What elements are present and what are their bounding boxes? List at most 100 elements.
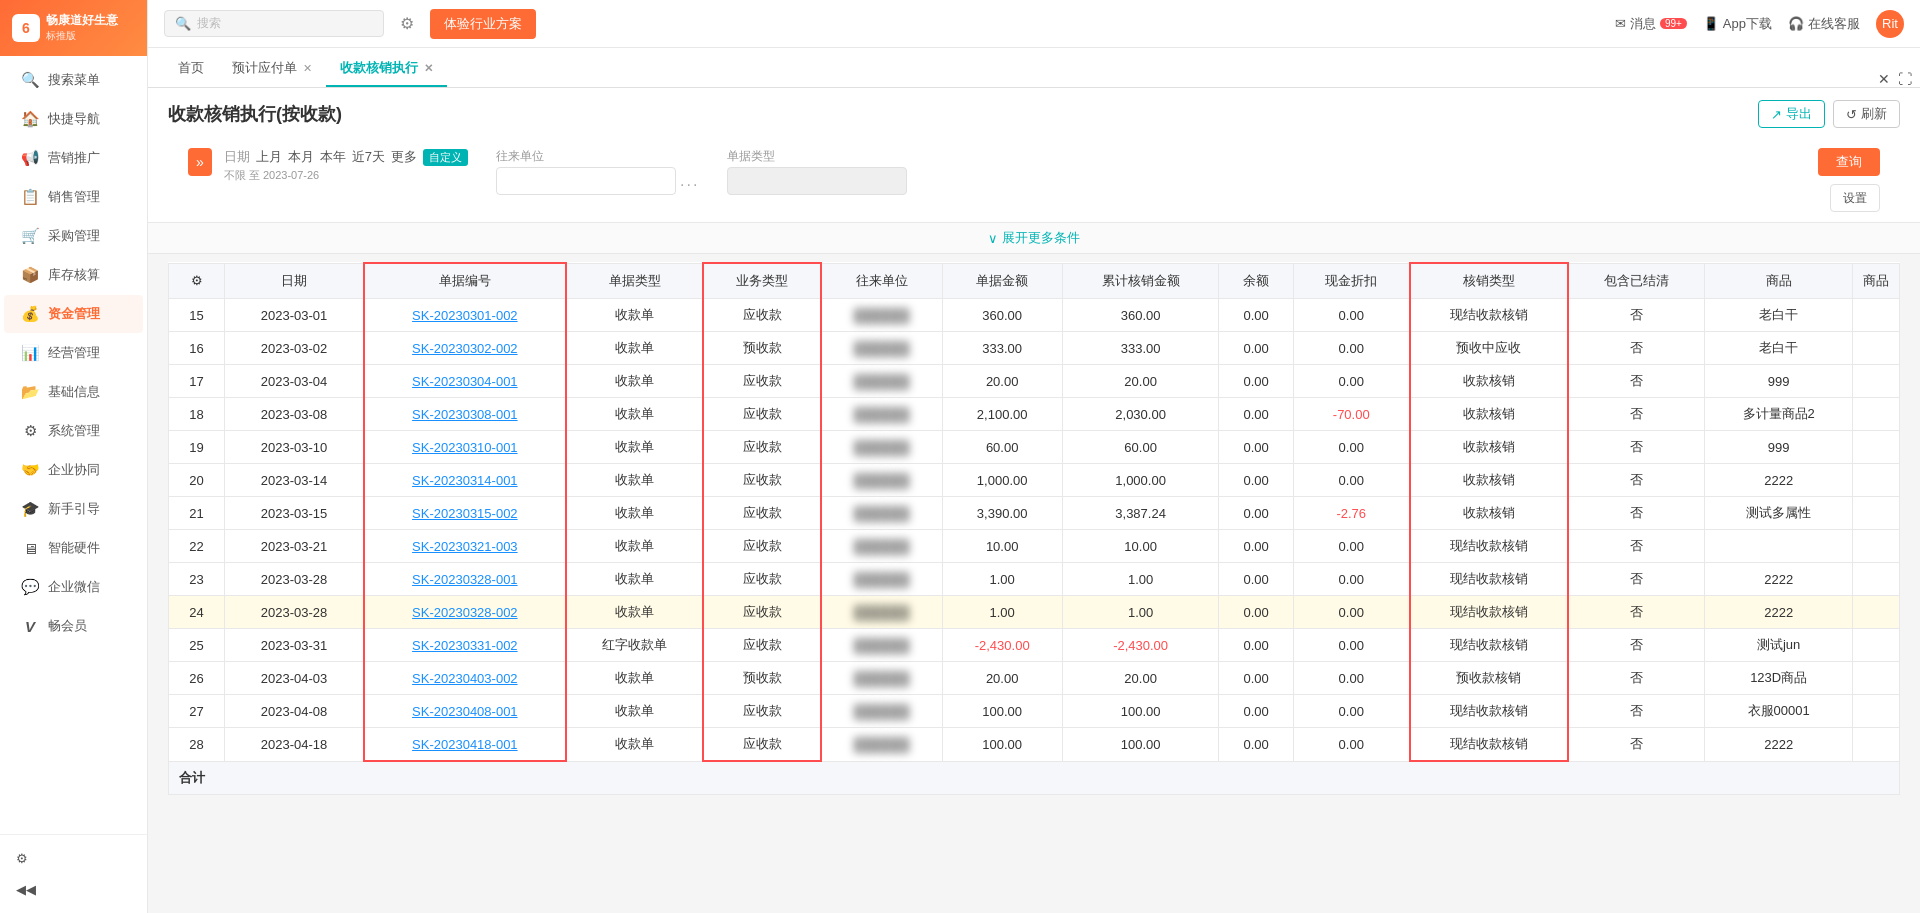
cell-seq: 18	[169, 398, 225, 431]
sidebar-item-hardware[interactable]: 🖥 智能硬件	[4, 529, 143, 567]
cell-amount: 3,390.00	[942, 497, 1062, 530]
close-window-icon[interactable]: ✕	[1878, 71, 1890, 87]
purchase-icon: 🛒	[20, 227, 40, 245]
date-more[interactable]: 更多	[391, 148, 417, 166]
cell-cash-discount: 0.00	[1293, 332, 1409, 365]
query-button[interactable]: 查询	[1818, 148, 1880, 176]
avatar-text: Rit	[1882, 16, 1898, 31]
sidebar-item-system[interactable]: ⚙ 系统管理	[4, 412, 143, 450]
app-download-action[interactable]: 📱 App下载	[1703, 15, 1772, 33]
doc-no-link[interactable]: SK-20230302-002	[412, 341, 518, 356]
refresh-button[interactable]: ↺ 刷新	[1833, 100, 1900, 128]
cell-seq: 16	[169, 332, 225, 365]
doc-no-link[interactable]: SK-20230403-002	[412, 671, 518, 686]
cell-seq: 23	[169, 563, 225, 596]
cell-cumulative: 10.00	[1062, 530, 1219, 563]
date-custom-button[interactable]: 自定义	[423, 149, 468, 166]
tab-home[interactable]: 首页	[164, 51, 218, 87]
cell-biz-type: 应收款	[703, 398, 820, 431]
sidebar-item-search[interactable]: 🔍 搜索菜单	[4, 61, 143, 99]
sidebar-item-guide[interactable]: 🎓 新手引导	[4, 490, 143, 528]
cell-counterpart: ██████	[821, 464, 943, 497]
cell-seq: 26	[169, 662, 225, 695]
service-action[interactable]: 🎧 在线客服	[1788, 15, 1860, 33]
search-icon: 🔍	[175, 16, 191, 31]
sidebar-settings[interactable]: ⚙	[0, 843, 147, 874]
doc-no-link[interactable]: SK-20230314-001	[412, 473, 518, 488]
cell-doc-no: SK-20230314-001	[364, 464, 566, 497]
doc-no-link[interactable]: SK-20230408-001	[412, 704, 518, 719]
cell-doc-no: SK-20230418-001	[364, 728, 566, 762]
date-7days[interactable]: 近7天	[352, 148, 385, 166]
filter-toggle-button[interactable]: »	[188, 148, 212, 176]
cell-cumulative: 100.00	[1062, 695, 1219, 728]
cell-biz-type: 应收款	[703, 464, 820, 497]
doc-no-link[interactable]: SK-20230331-002	[412, 638, 518, 653]
cell-balance: 0.00	[1219, 497, 1293, 530]
cell-seq: 17	[169, 365, 225, 398]
doc-no-link[interactable]: SK-20230328-002	[412, 605, 518, 620]
receipt-type-select[interactable]	[727, 167, 907, 195]
sidebar-item-basic[interactable]: 📂 基础信息	[4, 373, 143, 411]
sidebar-item-sales[interactable]: 📋 销售管理	[4, 178, 143, 216]
counterpart-input[interactable]	[496, 167, 676, 195]
date-this-month[interactable]: 本月	[288, 148, 314, 166]
doc-no-link[interactable]: SK-20230301-002	[412, 308, 518, 323]
sidebar-item-label: 企业协同	[48, 461, 100, 479]
cell-date: 2023-03-15	[225, 497, 364, 530]
table-row: 18 2023-03-08 SK-20230308-001 收款单 应收款 ██…	[169, 398, 1900, 431]
sidebar-item-wechat[interactable]: 💬 企业微信	[4, 568, 143, 606]
service-label: 在线客服	[1808, 15, 1860, 33]
message-action[interactable]: ✉ 消息 99+	[1615, 15, 1687, 33]
sidebar-item-inventory[interactable]: 📦 库存核算	[4, 256, 143, 294]
sidebar-collapse[interactable]: ◀◀	[0, 874, 147, 905]
sidebar-item-label: 新手引导	[48, 500, 100, 518]
experience-button[interactable]: 体验行业方案	[430, 9, 536, 39]
sidebar-item-finance[interactable]: 💰 资金管理	[4, 295, 143, 333]
sidebar-item-operations[interactable]: 📊 经营管理	[4, 334, 143, 372]
doc-no-link[interactable]: SK-20230310-001	[412, 440, 518, 455]
headset-icon: 🎧	[1788, 16, 1804, 31]
cell-doc-type: 收款单	[566, 728, 704, 762]
tab-collection[interactable]: 收款核销执行 ✕	[326, 51, 447, 87]
cell-balance: 0.00	[1219, 530, 1293, 563]
cell-doc-type: 收款单	[566, 398, 704, 431]
sidebar-item-member[interactable]: V 畅会员	[4, 607, 143, 645]
expand-more-bar[interactable]: ∨ 展开更多条件	[148, 223, 1920, 254]
doc-no-link[interactable]: SK-20230321-003	[412, 539, 518, 554]
date-this-year[interactable]: 本年	[320, 148, 346, 166]
table-row: 20 2023-03-14 SK-20230314-001 收款单 应收款 ██…	[169, 464, 1900, 497]
sidebar-item-marketing[interactable]: 📢 营销推广	[4, 139, 143, 177]
doc-no-link[interactable]: SK-20230328-001	[412, 572, 518, 587]
cell-product2	[1853, 728, 1900, 762]
cell-product2	[1853, 365, 1900, 398]
gear-icon[interactable]: ⚙	[400, 14, 414, 33]
cell-biz-type: 应收款	[703, 431, 820, 464]
doc-no-link[interactable]: SK-20230308-001	[412, 407, 518, 422]
sidebar-item-quicknav[interactable]: 🏠 快捷导航	[4, 100, 143, 138]
sidebar-item-enterprise[interactable]: 🤝 企业协同	[4, 451, 143, 489]
doc-no-link[interactable]: SK-20230418-001	[412, 737, 518, 752]
sidebar-item-label: 畅会员	[48, 617, 87, 635]
col-header-balance: 余额	[1219, 263, 1293, 299]
tab-preorder-close[interactable]: ✕	[303, 62, 312, 75]
sidebar-item-purchase[interactable]: 🛒 采购管理	[4, 217, 143, 255]
date-last-month[interactable]: 上月	[256, 148, 282, 166]
logo-icon: 6	[12, 14, 40, 42]
cell-counterpart: ██████	[821, 629, 943, 662]
tab-preorder[interactable]: 预计应付单 ✕	[218, 51, 326, 87]
sidebar: 6 畅康道好生意 标推版 🔍 搜索菜单 🏠 快捷导航 📢 营销推广 📋 销售管理…	[0, 0, 148, 913]
user-avatar[interactable]: Rit	[1876, 10, 1904, 38]
maximize-icon[interactable]: ⛶	[1898, 71, 1912, 87]
doc-no-link[interactable]: SK-20230304-001	[412, 374, 518, 389]
table-container: ⚙ 日期 单据编号 单据类型 业务类型 往来单位 单据金额 累计核销金额 余额 …	[148, 254, 1920, 913]
doc-no-link[interactable]: SK-20230315-002	[412, 506, 518, 521]
cell-cancel-type: 收款核销	[1410, 464, 1568, 497]
search-box[interactable]: 🔍 搜索	[164, 10, 384, 37]
export-button[interactable]: ↗ 导出	[1758, 100, 1825, 128]
setting-button[interactable]: 设置	[1830, 184, 1880, 212]
cell-cumulative: 1.00	[1062, 596, 1219, 629]
tab-collection-close[interactable]: ✕	[424, 62, 433, 75]
col-header-settings[interactable]: ⚙	[169, 263, 225, 299]
cell-include-settled: 否	[1568, 398, 1705, 431]
